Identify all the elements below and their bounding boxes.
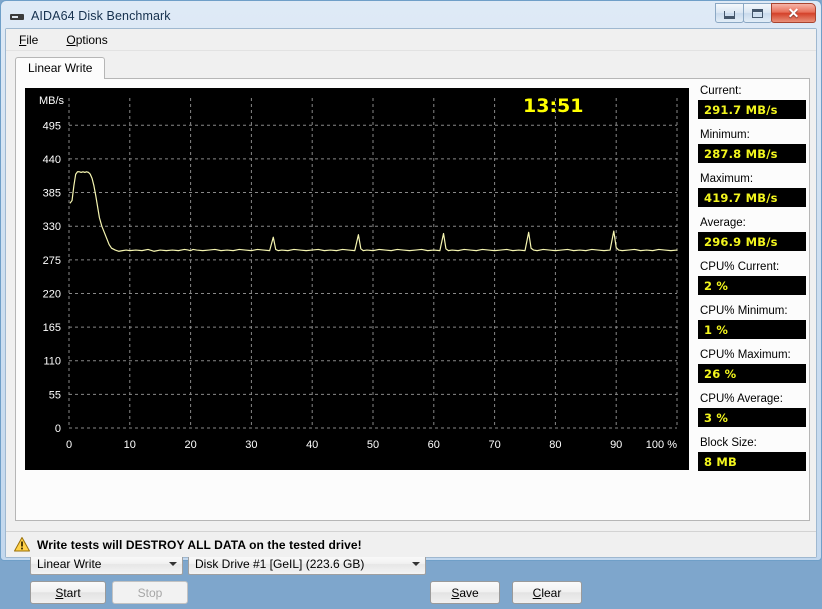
- stat-minimum-label: Minimum:: [700, 129, 750, 141]
- warning-triangle-icon: [14, 537, 30, 552]
- tab-body: Linear Write 0 55 110 165 220 275 330 385 440 495…: [6, 51, 816, 604]
- controls-row: Linear Write Disk Drive #1 [GeIL] (223.6…: [16, 549, 809, 609]
- x-tick-label: 80: [549, 439, 561, 451]
- menu-file[interactable]: File: [16, 31, 41, 49]
- tab-linear-write[interactable]: Linear Write: [15, 57, 106, 79]
- y-tick-label: 110: [43, 356, 61, 368]
- y-tick-label: 440: [43, 154, 61, 166]
- save-button-label: ave: [459, 585, 479, 600]
- stat-block-size-label: Block Size:: [700, 437, 757, 449]
- stat-cpu-average: CPU% Average: 3 %: [698, 392, 806, 427]
- stat-cpu-current: CPU% Current: 2 %: [698, 260, 806, 295]
- stat-current-label: Current:: [700, 85, 742, 97]
- chart-svg: 0 55 110 165 220 275 330 385 440 495 0 10 20 30 40 50 6…: [25, 88, 689, 470]
- drive-select-value: Disk Drive #1 [GeIL] (223.6 GB): [195, 557, 365, 571]
- stat-minimum-value: 287.8 MB/s: [698, 144, 806, 163]
- menu-file-label: ile: [26, 32, 39, 47]
- x-tick-label: 100 %: [646, 439, 677, 451]
- client-area: File Options Linear Write 0 55 110 165 220 27…: [5, 28, 817, 604]
- test-type-value: Linear Write: [37, 557, 102, 571]
- chart-timer: 13:51: [523, 95, 583, 117]
- chart-y-axis-title: MB/s: [39, 95, 65, 107]
- menu-options[interactable]: Options: [63, 31, 110, 49]
- stat-cpu-maximum-value: 26 %: [698, 364, 806, 383]
- y-tick-label: 275: [43, 255, 61, 267]
- stat-block-size: Block Size: 8 MB: [698, 436, 806, 471]
- stat-maximum: Maximum: 419.7 MB/s: [698, 172, 806, 207]
- chart-background: [25, 88, 689, 470]
- warning-bar: Write tests will DESTROY ALL DATA on the…: [6, 531, 816, 557]
- maximize-icon: [752, 8, 763, 18]
- stat-average: Average: 296.9 MB/s: [698, 216, 806, 251]
- minimize-icon: [724, 10, 735, 19]
- test-type-chevron-down-icon[interactable]: [164, 555, 181, 573]
- x-tick-label: 60: [428, 439, 440, 451]
- close-icon: ✕: [787, 5, 800, 21]
- x-tick-label: 20: [184, 439, 196, 451]
- tab-page-linear-write: 0 55 110 165 220 275 330 385 440 495 0 10 20 30 40 50 6…: [15, 78, 810, 604]
- stat-current: Current: 291.7 MB/s: [698, 84, 806, 119]
- x-tick-label: 40: [306, 439, 318, 451]
- save-button-accel: S: [451, 585, 460, 600]
- y-tick-label: 0: [55, 423, 61, 435]
- clear-button[interactable]: Clear: [512, 581, 582, 604]
- start-button-accel: S: [55, 585, 64, 600]
- menu-options-label: ptions: [75, 32, 108, 47]
- stat-block-size-value: 8 MB: [698, 452, 806, 471]
- stat-cpu-average-value: 3 %: [698, 408, 806, 427]
- save-button[interactable]: Save: [430, 581, 500, 604]
- app-window: AIDA64 Disk Benchmark ✕ File Options Lin…: [0, 0, 822, 604]
- stop-button: Stop: [112, 581, 188, 604]
- x-tick-label: 10: [124, 439, 136, 451]
- statistics-panel: Current: 291.7 MB/s Minimum: 287.8 MB/s Maxi…: [698, 84, 806, 514]
- tab-strip: Linear Write: [15, 57, 106, 79]
- stat-average-value: 296.9 MB/s: [698, 232, 806, 251]
- x-tick-label: 90: [610, 439, 622, 451]
- benchmark-chart: 0 55 110 165 220 275 330 385 440 495 0 10 20 30 40 50 6…: [25, 88, 689, 470]
- warning-text: Write tests will DESTROY ALL DATA on the…: [37, 537, 362, 552]
- close-button[interactable]: ✕: [771, 3, 816, 23]
- stat-cpu-current-value: 2 %: [698, 276, 806, 295]
- window-title: AIDA64 Disk Benchmark: [31, 9, 171, 23]
- x-tick-label: 30: [245, 439, 257, 451]
- clear-button-label: lear: [541, 585, 562, 600]
- stat-cpu-minimum-value: 1 %: [698, 320, 806, 339]
- stat-cpu-average-label: CPU% Average:: [700, 393, 783, 405]
- stop-button-label: Stop: [137, 585, 163, 600]
- drive-select-chevron-down-icon[interactable]: [407, 555, 424, 573]
- stat-cpu-maximum: CPU% Maximum: 26 %: [698, 348, 806, 383]
- start-button-label: tart: [63, 585, 81, 600]
- menu-options-accel: O: [66, 32, 76, 47]
- start-button[interactable]: Start: [30, 581, 106, 604]
- window-controls: ✕: [715, 3, 816, 23]
- y-tick-label: 55: [49, 389, 61, 401]
- clear-button-accel: C: [532, 585, 542, 600]
- menu-bar: File Options: [6, 29, 816, 51]
- title-bar: AIDA64 Disk Benchmark ✕: [5, 3, 817, 28]
- y-tick-label: 165: [43, 322, 61, 334]
- stat-cpu-maximum-label: CPU% Maximum:: [700, 349, 791, 361]
- stat-average-label: Average:: [700, 217, 746, 229]
- stat-cpu-minimum-label: CPU% Minimum:: [700, 305, 788, 317]
- stat-minimum: Minimum: 287.8 MB/s: [698, 128, 806, 163]
- y-tick-label: 330: [43, 221, 61, 233]
- y-tick-label: 385: [43, 188, 61, 200]
- stat-current-value: 291.7 MB/s: [698, 100, 806, 119]
- x-tick-label: 50: [367, 439, 379, 451]
- y-tick-label: 495: [43, 120, 61, 132]
- stat-maximum-label: Maximum:: [700, 173, 754, 185]
- stat-cpu-current-label: CPU% Current:: [700, 261, 780, 273]
- stat-maximum-value: 419.7 MB/s: [698, 188, 806, 207]
- minimize-button[interactable]: [715, 3, 744, 23]
- y-tick-label: 220: [43, 288, 61, 300]
- x-tick-label: 0: [66, 439, 72, 451]
- maximize-button[interactable]: [743, 3, 772, 23]
- stat-cpu-minimum: CPU% Minimum: 1 %: [698, 304, 806, 339]
- x-tick-label: 70: [488, 439, 500, 451]
- disk-benchmark-icon: [9, 8, 25, 24]
